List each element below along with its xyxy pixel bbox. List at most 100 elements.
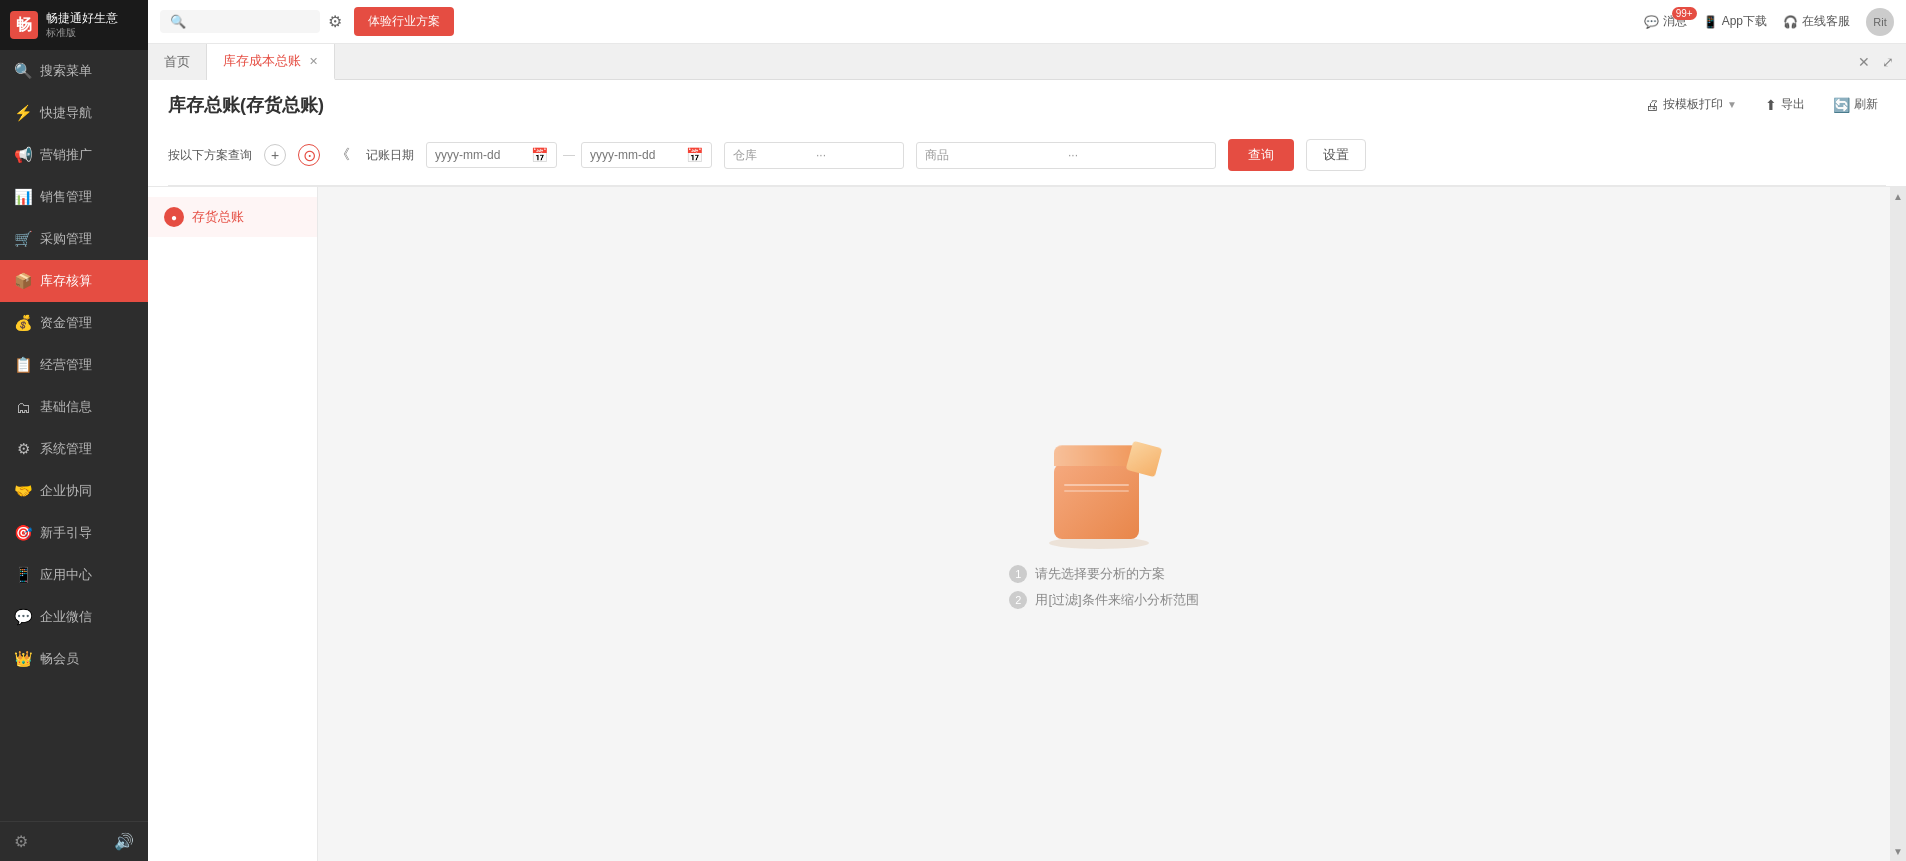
tab-close-icon[interactable]: ✕ — [309, 55, 318, 68]
purchase-icon: 🛒 — [14, 230, 32, 248]
sidebar-nav: 🔍 搜索菜单 ⚡ 快捷导航 📢 营销推广 📊 销售管理 🛒 采购管理 📦 库存核… — [0, 50, 148, 821]
topbar-search-box[interactable]: 🔍 — [160, 10, 320, 33]
scroll-down-icon[interactable]: ▼ — [1893, 846, 1903, 857]
filter-collapse-button[interactable]: 《 — [332, 144, 354, 166]
query-button[interactable]: 查询 — [1228, 139, 1294, 171]
date-end-field[interactable] — [590, 148, 680, 162]
tab-panel-expand-icon[interactable]: ⤢ — [1878, 52, 1898, 72]
topbar-search-input[interactable] — [190, 15, 290, 29]
tab-panel-close-icon[interactable]: ✕ — [1854, 52, 1874, 72]
user-profile[interactable]: Rit — [1866, 8, 1894, 36]
export-button[interactable]: ⬆ 导出 — [1757, 92, 1813, 117]
message-button[interactable]: 💬 消息 99+ — [1644, 13, 1687, 30]
quick-nav-icon: ⚡ — [14, 104, 32, 122]
sidebar-item-wechat-label: 企业微信 — [40, 608, 92, 626]
sidebar-item-quick-nav[interactable]: ⚡ 快捷导航 — [0, 92, 148, 134]
tip-1-text: 请先选择要分析的方案 — [1035, 565, 1165, 583]
date-label: 记账日期 — [366, 147, 414, 164]
finance-icon: 💰 — [14, 314, 32, 332]
left-panel-item-inventory-ledger[interactable]: ● 存货总账 — [148, 197, 317, 237]
sidebar-item-search-label: 搜索菜单 — [40, 62, 92, 80]
tab-inventory-cost[interactable]: 库存成本总账 ✕ — [207, 44, 335, 80]
sidebar-item-newbie-label: 新手引导 — [40, 524, 92, 542]
sidebar-item-newbie[interactable]: 🎯 新手引导 — [0, 512, 148, 554]
sidebar-item-system-label: 系统管理 — [40, 440, 92, 458]
tab-home[interactable]: 首页 — [148, 44, 207, 80]
inventory-ledger-label: 存货总账 — [192, 208, 244, 226]
sidebar-item-search[interactable]: 🔍 搜索菜单 — [0, 50, 148, 92]
date-end-input[interactable]: 📅 — [581, 142, 712, 168]
settings-footer-icon[interactable]: ⚙ — [14, 832, 28, 851]
empty-state: 1 请先选择要分析的方案 2 用[过滤]条件来缩小分析范围 — [1009, 439, 1198, 609]
refresh-label: 刷新 — [1854, 96, 1878, 113]
app-download-icon: 📱 — [1703, 15, 1718, 29]
left-panel: ● 存货总账 — [148, 187, 318, 861]
app-name: 畅捷通好生意 — [46, 11, 118, 27]
filter-row: 按以下方案查询 + ⊙ 《 记账日期 📅 — — [168, 139, 1886, 171]
app-download-label: App下载 — [1722, 13, 1767, 30]
settings-button[interactable]: 设置 — [1306, 139, 1366, 171]
sidebar: 畅 畅捷通好生意 标准版 🔍 搜索菜单 ⚡ 快捷导航 📢 营销推广 📊 销售管理… — [0, 0, 148, 861]
sidebar-item-sales-label: 销售管理 — [40, 188, 92, 206]
tab-close-panel: ✕ ⤢ — [1854, 52, 1906, 72]
topbar: 🔍 ⚙ 体验行业方案 💬 消息 99+ 📱 App下载 🎧 在线客服 — [148, 0, 1906, 44]
tip-2-number: 2 — [1009, 591, 1027, 609]
refresh-button[interactable]: 🔄 刷新 — [1825, 92, 1886, 117]
sidebar-item-business-label: 经营管理 — [40, 356, 92, 374]
filter-add-button[interactable]: + — [264, 144, 286, 166]
sidebar-item-sales[interactable]: 📊 销售管理 — [0, 176, 148, 218]
topbar-gear-icon[interactable]: ⚙ — [328, 12, 342, 31]
sidebar-item-member-label: 畅会员 — [40, 650, 79, 668]
box-body — [1054, 464, 1139, 539]
empty-tip-1: 1 请先选择要分析的方案 — [1009, 565, 1198, 583]
filter-scheme-text: 按以下方案查询 — [168, 147, 252, 164]
sidebar-item-finance[interactable]: 💰 资金管理 — [0, 302, 148, 344]
sidebar-item-system[interactable]: ⚙ 系统管理 — [0, 428, 148, 470]
newbie-icon: 🎯 — [14, 524, 32, 542]
export-icon: ⬆ — [1765, 97, 1777, 113]
date-start-input[interactable]: 📅 — [426, 142, 557, 168]
tip-2-text: 用[过滤]条件来缩小分析范围 — [1035, 591, 1198, 609]
main-content: 1 请先选择要分析的方案 2 用[过滤]条件来缩小分析范围 — [318, 187, 1890, 861]
warehouse-select[interactable]: 仓库 ··· — [724, 142, 904, 169]
topbar-right: 💬 消息 99+ 📱 App下载 🎧 在线客服 Rit — [1644, 8, 1894, 36]
product-more-icon: ··· — [1068, 148, 1207, 162]
message-icon: 💬 — [1644, 15, 1659, 29]
sidebar-item-appcenter[interactable]: 📱 应用中心 — [0, 554, 148, 596]
main-area: 🔍 ⚙ 体验行业方案 💬 消息 99+ 📱 App下载 🎧 在线客服 — [148, 0, 1906, 861]
calendar-end-icon[interactable]: 📅 — [686, 147, 703, 163]
speaker-footer-icon[interactable]: 🔊 — [114, 832, 134, 851]
print-template-button[interactable]: 🖨 按模板打印 ▼ — [1637, 92, 1745, 117]
sidebar-item-business[interactable]: 📋 经营管理 — [0, 344, 148, 386]
sidebar-item-purchase[interactable]: 🛒 采购管理 — [0, 218, 148, 260]
basic-icon: 🗂 — [14, 398, 32, 416]
industry-solution-button[interactable]: 体验行业方案 — [354, 7, 454, 36]
calendar-start-icon[interactable]: 📅 — [531, 147, 548, 163]
tab-home-label: 首页 — [164, 53, 190, 71]
product-select[interactable]: 商品 ··· — [916, 142, 1216, 169]
filter-remove-button[interactable]: ⊙ — [298, 144, 320, 166]
page-header-top: 库存总账(存货总账) 🖨 按模板打印 ▼ ⬆ 导出 🔄 刷新 — [168, 92, 1886, 117]
sidebar-item-basic[interactable]: 🗂 基础信息 — [0, 386, 148, 428]
sidebar-item-inventory[interactable]: 📦 库存核算 — [0, 260, 148, 302]
sidebar-item-basic-label: 基础信息 — [40, 398, 92, 416]
sidebar-item-quick-nav-label: 快捷导航 — [40, 104, 92, 122]
logo-text: 畅捷通好生意 标准版 — [46, 11, 118, 40]
sidebar-item-marketing[interactable]: 📢 营销推广 — [0, 134, 148, 176]
appcenter-icon: 📱 — [14, 566, 32, 584]
app-download-button[interactable]: 📱 App下载 — [1703, 13, 1767, 30]
wechat-icon: 💬 — [14, 608, 32, 626]
date-start-field[interactable] — [435, 148, 525, 162]
sidebar-item-wechat[interactable]: 💬 企业微信 — [0, 596, 148, 638]
enterprise-icon: 🤝 — [14, 482, 32, 500]
page-header-actions: 🖨 按模板打印 ▼ ⬆ 导出 🔄 刷新 — [1637, 92, 1886, 117]
app-version: 标准版 — [46, 26, 118, 39]
sidebar-item-member[interactable]: 👑 畅会员 — [0, 638, 148, 680]
online-service-button[interactable]: 🎧 在线客服 — [1783, 13, 1850, 30]
filter-bar: 按以下方案查询 + ⊙ 《 记账日期 📅 — — [168, 129, 1886, 186]
export-label: 导出 — [1781, 96, 1805, 113]
headset-icon: 🎧 — [1783, 15, 1798, 29]
sidebar-item-inventory-label: 库存核算 — [40, 272, 92, 290]
sidebar-item-enterprise[interactable]: 🤝 企业协同 — [0, 470, 148, 512]
scroll-up-icon[interactable]: ▲ — [1893, 191, 1903, 202]
